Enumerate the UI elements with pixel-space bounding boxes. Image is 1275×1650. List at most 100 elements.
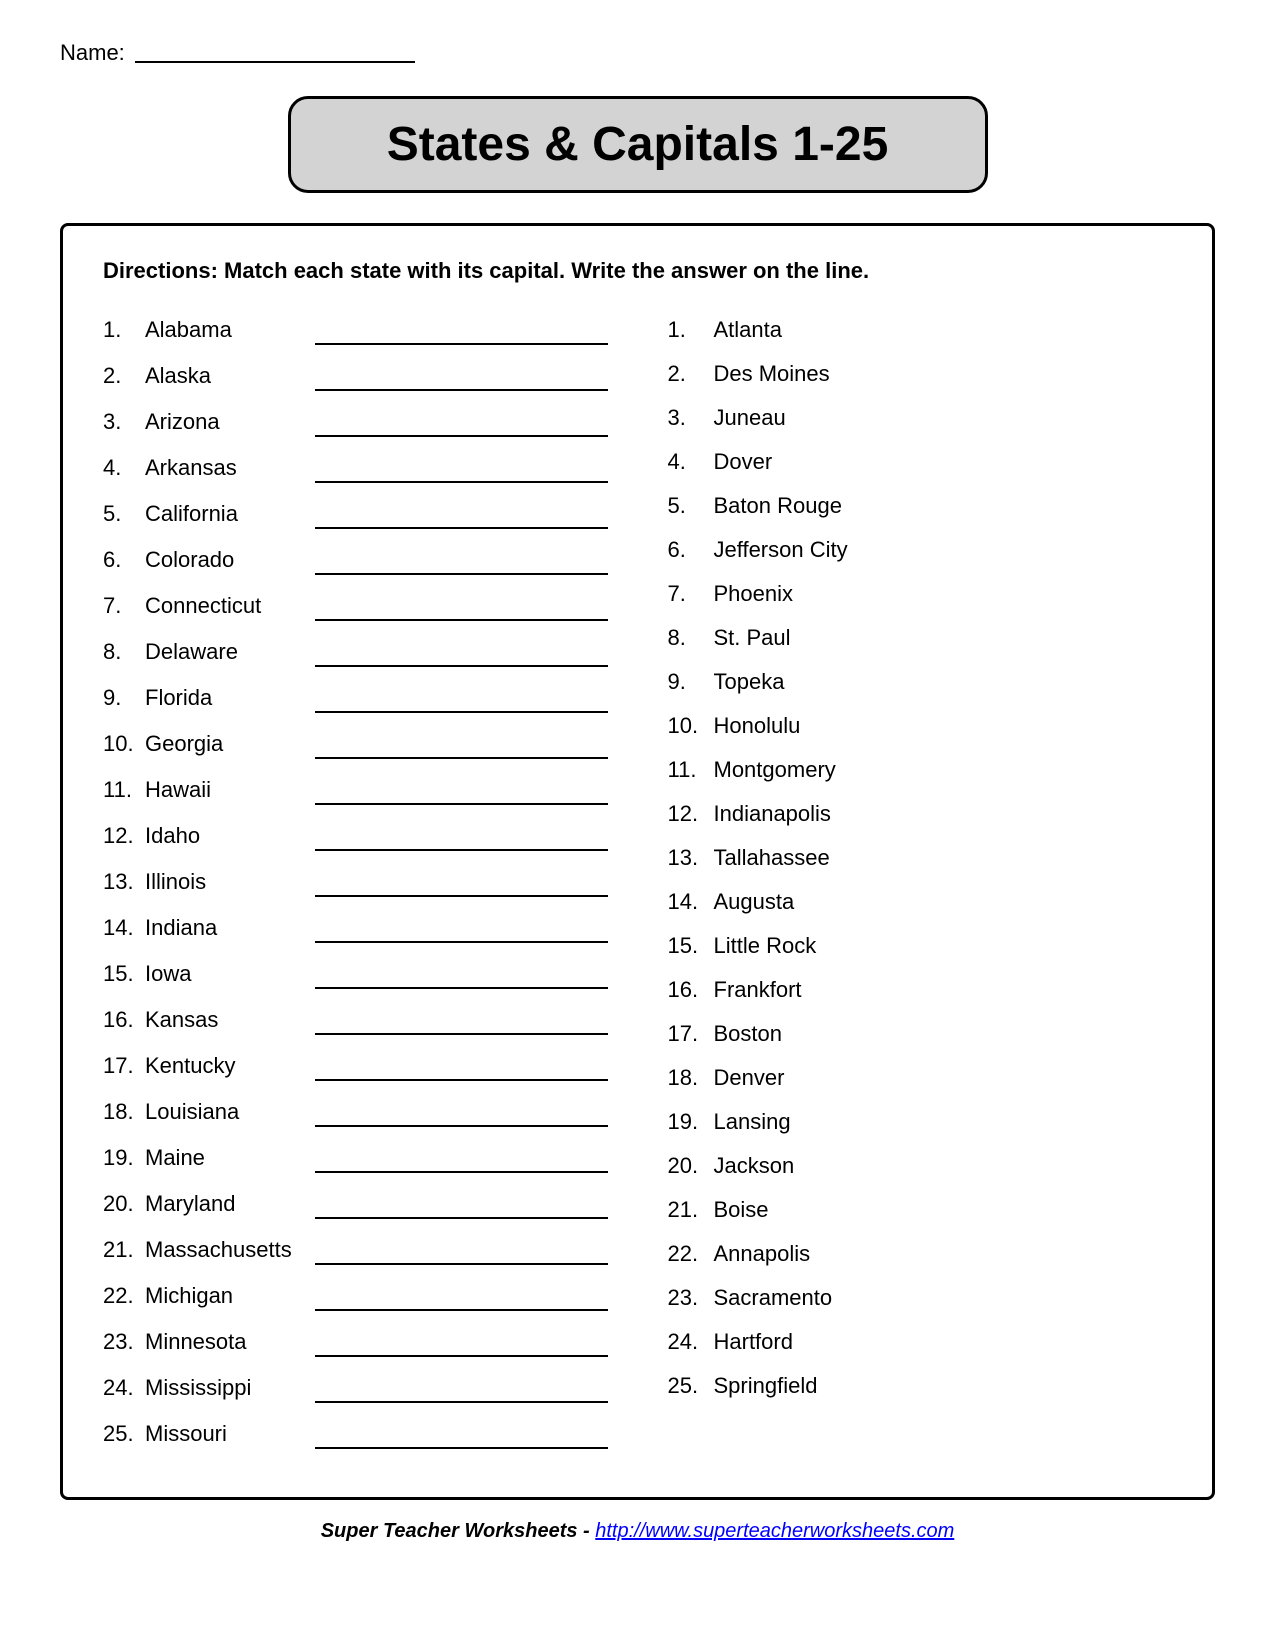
capital-name: Denver <box>714 1065 785 1091</box>
capital-number: 8. <box>668 625 714 651</box>
state-number: 12. <box>103 823 145 851</box>
name-label: Name: <box>60 40 125 66</box>
capital-item: 15. Little Rock <box>668 933 1173 959</box>
list-item: 14. Indiana <box>103 915 608 943</box>
capital-name: Phoenix <box>714 581 794 607</box>
list-item: 1. Alabama <box>103 317 608 345</box>
state-number: 23. <box>103 1329 145 1357</box>
answer-line[interactable] <box>315 323 608 345</box>
state-name: Indiana <box>145 915 305 943</box>
list-item: 9. Florida <box>103 685 608 713</box>
state-number: 11. <box>103 777 145 805</box>
state-name: Missouri <box>145 1421 305 1449</box>
main-content-box: Directions: Match each state with its ca… <box>60 223 1215 1500</box>
list-item: 17. Kentucky <box>103 1053 608 1081</box>
capital-item: 9. Topeka <box>668 669 1173 695</box>
answer-line[interactable] <box>315 599 608 621</box>
capital-item: 13. Tallahassee <box>668 845 1173 871</box>
answer-line[interactable] <box>315 461 608 483</box>
state-name: Alaska <box>145 363 305 391</box>
capital-name: Dover <box>714 449 773 475</box>
capital-number: 14. <box>668 889 714 915</box>
capital-number: 11. <box>668 757 714 783</box>
capital-number: 19. <box>668 1109 714 1135</box>
answer-line[interactable] <box>315 369 608 391</box>
name-field: Name: <box>60 40 1215 66</box>
capital-name: St. Paul <box>714 625 791 651</box>
answer-line[interactable] <box>315 1335 608 1357</box>
state-name: Arkansas <box>145 455 305 483</box>
capital-item: 2. Des Moines <box>668 361 1173 387</box>
state-number: 25. <box>103 1421 145 1449</box>
state-name: Delaware <box>145 639 305 667</box>
answer-line[interactable] <box>315 415 608 437</box>
capital-item: 8. St. Paul <box>668 625 1173 651</box>
answer-line[interactable] <box>315 1427 608 1449</box>
answer-line[interactable] <box>315 829 608 851</box>
capital-name: Augusta <box>714 889 795 915</box>
answer-line[interactable] <box>315 875 608 897</box>
capital-name: Sacramento <box>714 1285 833 1311</box>
state-number: 18. <box>103 1099 145 1127</box>
capital-name: Jefferson City <box>714 537 848 563</box>
name-underline[interactable] <box>135 43 415 63</box>
answer-line[interactable] <box>315 553 608 575</box>
capital-item: 7. Phoenix <box>668 581 1173 607</box>
answer-line[interactable] <box>315 1013 608 1035</box>
state-name: Massachusetts <box>145 1237 305 1265</box>
capital-name: Frankfort <box>714 977 802 1003</box>
capital-number: 1. <box>668 317 714 343</box>
capital-name: Annapolis <box>714 1241 811 1267</box>
capital-item: 12. Indianapolis <box>668 801 1173 827</box>
capital-item: 24. Hartford <box>668 1329 1173 1355</box>
state-number: 5. <box>103 501 145 529</box>
state-number: 7. <box>103 593 145 621</box>
list-item: 20. Maryland <box>103 1191 608 1219</box>
capital-item: 23. Sacramento <box>668 1285 1173 1311</box>
answer-line[interactable] <box>315 1105 608 1127</box>
state-number: 15. <box>103 961 145 989</box>
capital-name: Jackson <box>714 1153 795 1179</box>
state-name: California <box>145 501 305 529</box>
answer-line[interactable] <box>315 1289 608 1311</box>
capital-item: 19. Lansing <box>668 1109 1173 1135</box>
answer-line[interactable] <box>315 645 608 667</box>
capital-name: Montgomery <box>714 757 836 783</box>
footer-link[interactable]: http://www.superteacherworksheets.com <box>595 1520 954 1542</box>
answer-line[interactable] <box>315 1059 608 1081</box>
state-number: 4. <box>103 455 145 483</box>
list-item: 18. Louisiana <box>103 1099 608 1127</box>
capital-name: Little Rock <box>714 933 817 959</box>
state-number: 9. <box>103 685 145 713</box>
answer-line[interactable] <box>315 737 608 759</box>
answer-line[interactable] <box>315 783 608 805</box>
list-item: 11. Hawaii <box>103 777 608 805</box>
capital-number: 24. <box>668 1329 714 1355</box>
list-item: 15. Iowa <box>103 961 608 989</box>
answer-line[interactable] <box>315 691 608 713</box>
state-name: Arizona <box>145 409 305 437</box>
page-title: States & Capitals 1-25 <box>331 117 945 172</box>
capital-number: 3. <box>668 405 714 431</box>
footer-brand: Super Teacher Worksheets - <box>321 1520 590 1542</box>
capital-name: Atlanta <box>714 317 783 343</box>
answer-line[interactable] <box>315 1243 608 1265</box>
list-item: 3. Arizona <box>103 409 608 437</box>
capital-number: 13. <box>668 845 714 871</box>
state-name: Michigan <box>145 1283 305 1311</box>
capital-name: Des Moines <box>714 361 830 387</box>
answer-line[interactable] <box>315 1381 608 1403</box>
answer-line[interactable] <box>315 1151 608 1173</box>
list-item: 21. Massachusetts <box>103 1237 608 1265</box>
capital-item: 10. Honolulu <box>668 713 1173 739</box>
list-item: 12. Idaho <box>103 823 608 851</box>
answer-line[interactable] <box>315 921 608 943</box>
answer-line[interactable] <box>315 967 608 989</box>
answer-line[interactable] <box>315 1197 608 1219</box>
list-item: 22. Michigan <box>103 1283 608 1311</box>
list-item: 23. Minnesota <box>103 1329 608 1357</box>
capital-item: 1. Atlanta <box>668 317 1173 343</box>
answer-line[interactable] <box>315 507 608 529</box>
capital-number: 21. <box>668 1197 714 1223</box>
capital-number: 18. <box>668 1065 714 1091</box>
